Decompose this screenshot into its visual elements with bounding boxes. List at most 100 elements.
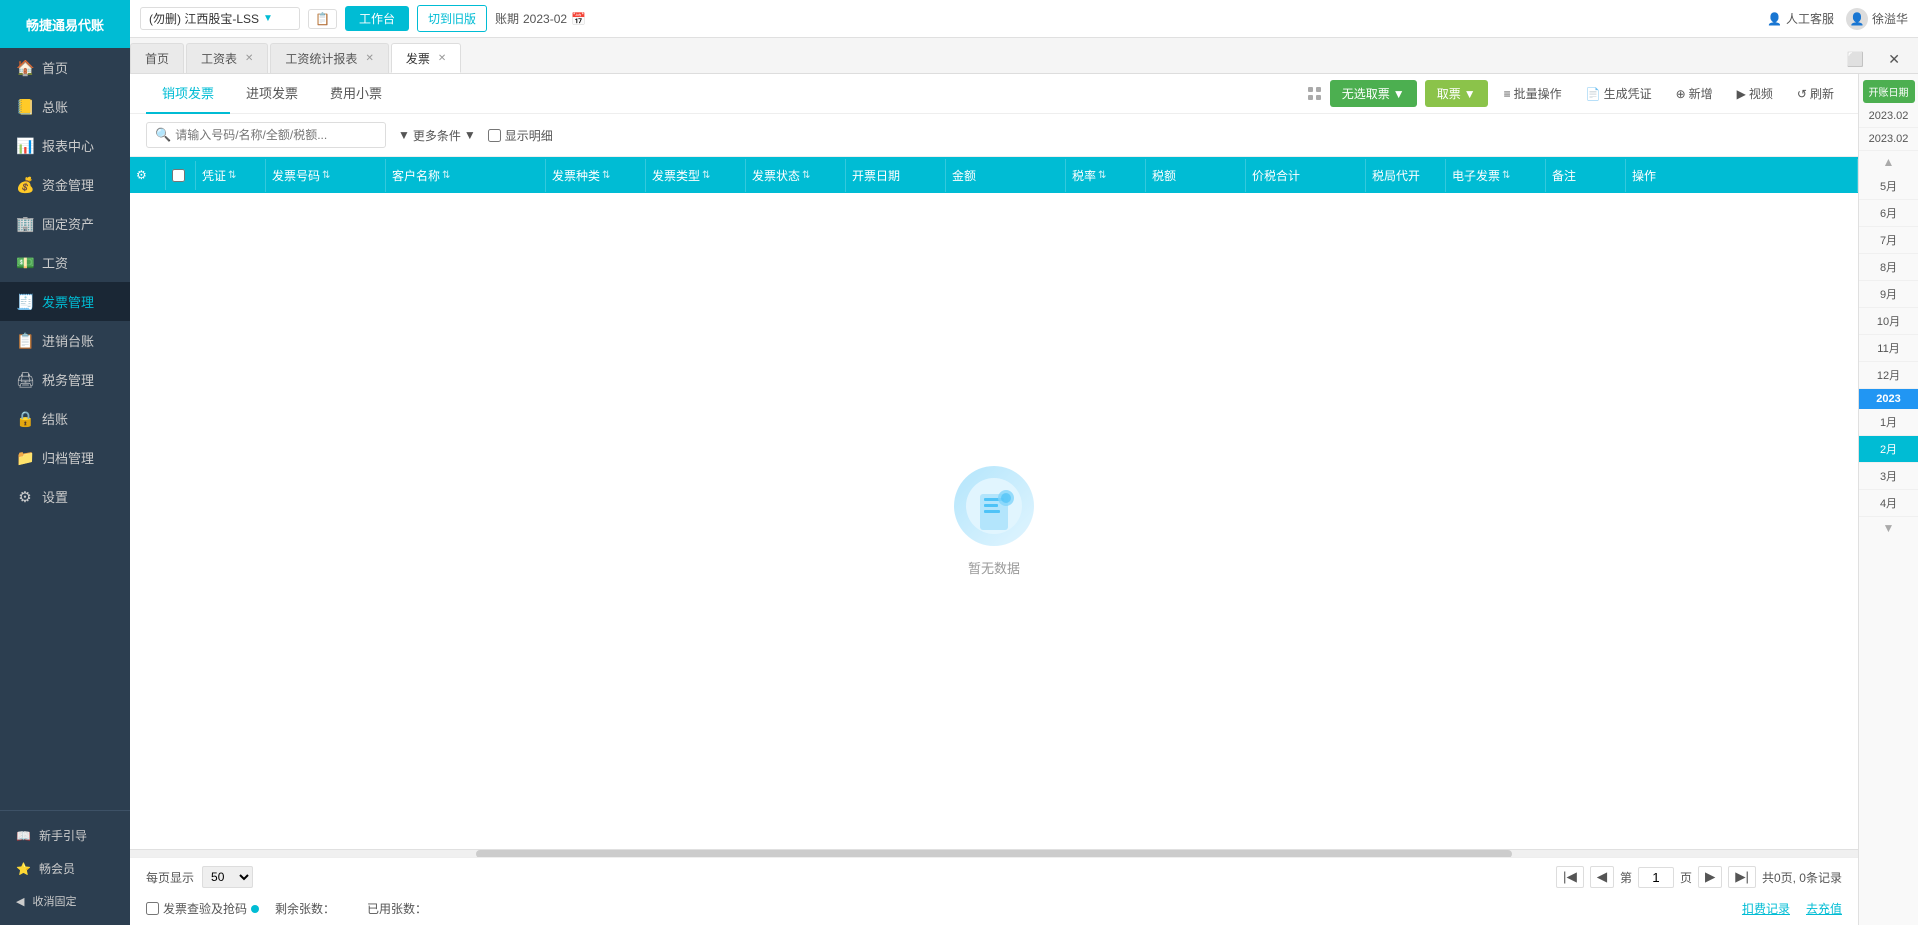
sidebar-item-settings[interactable]: ⚙ 设置 [0, 477, 130, 516]
month-12[interactable]: 12月 [1859, 362, 1918, 389]
switch-version-button[interactable]: 切到旧版 [417, 5, 487, 32]
th-invoice-status[interactable]: 发票状态 ⇅ [746, 159, 846, 192]
scroll-down-icon[interactable]: ▼ [1879, 517, 1899, 539]
company-selector[interactable]: (勿删) 江西股宝-LSS ▼ [140, 7, 300, 30]
support-link[interactable]: 👤 人工客服 [1767, 10, 1834, 27]
sidebar-item-label: 固定资产 [42, 214, 94, 233]
open-period-button[interactable]: 开账日期 [1863, 80, 1915, 103]
fee-record-link[interactable]: 扣费记录 [1742, 900, 1790, 917]
get-ticket-button[interactable]: 取票 ▼ [1425, 80, 1488, 107]
th-customer[interactable]: 客户名称 ⇅ [386, 159, 546, 192]
tab-payroll-stats-close-icon[interactable]: ✕ [365, 53, 373, 64]
th-amount[interactable]: 金额 [946, 159, 1066, 192]
th-invoice-type[interactable]: 发票种类 ⇅ [546, 159, 646, 192]
show-detail-checkbox[interactable]: 显示明细 [488, 127, 553, 144]
audit-checkbox-label[interactable]: 发票查验及抢码 [146, 900, 259, 917]
app-logo[interactable]: 畅捷通易代账 [0, 0, 130, 48]
month-7[interactable]: 7月 [1859, 227, 1918, 254]
refresh-button[interactable]: ↺ 刷新 [1789, 80, 1842, 107]
month-5[interactable]: 5月 [1859, 173, 1918, 200]
scroll-area[interactable] [130, 849, 1858, 857]
table-header: ⚙ 凭证 ⇅ 发票号码 ⇅ 客户名称 ⇅ 发票种类 ⇅ 发票类型 ⇅ [130, 157, 1858, 193]
sidebar-item-sales[interactable]: 📋 进销台账 [0, 321, 130, 360]
tab-maximize-button[interactable]: ⬜ [1837, 46, 1874, 73]
th-tax-rate[interactable]: 税率 ⇅ [1066, 159, 1146, 192]
month-8[interactable]: 8月 [1859, 254, 1918, 281]
tab-invoice-close-icon[interactable]: ✕ [438, 53, 446, 64]
sidebar-item-home[interactable]: 🏠 首页 [0, 48, 130, 87]
date-period-2023-02-1[interactable]: 2023.02 [1859, 105, 1918, 128]
select-all-checkbox[interactable] [172, 169, 185, 182]
th-remark[interactable]: 备注 [1546, 159, 1626, 192]
workspace-button[interactable]: 工作台 [345, 6, 409, 31]
generate-voucher-button[interactable]: 📄 生成凭证 [1578, 80, 1660, 107]
tab-payroll-table[interactable]: 工资表 ✕ [186, 43, 268, 73]
grid-view-icon[interactable] [1308, 87, 1322, 101]
prev-page-button[interactable]: ◀ [1590, 866, 1614, 888]
tab-home[interactable]: 首页 [130, 43, 184, 73]
th-open-date[interactable]: 开票日期 [846, 159, 946, 192]
sidebar-item-archive[interactable]: 📁 归档管理 [0, 438, 130, 477]
sidebar-item-funds[interactable]: 💰 资金管理 [0, 165, 130, 204]
sidebar-item-invoices[interactable]: 🧾 发票管理 [0, 282, 130, 321]
page-number-input[interactable] [1638, 867, 1674, 888]
th-e-invoice[interactable]: 电子发票 ⇅ [1446, 159, 1546, 192]
subtab-expense-receipt[interactable]: 费用小票 [314, 74, 398, 114]
sidebar-item-label: 资金管理 [42, 175, 94, 194]
funds-icon: 💰 [16, 176, 34, 194]
recharge-link[interactable]: 去充值 [1806, 900, 1842, 917]
month-9[interactable]: 9月 [1859, 281, 1918, 308]
th-tax-code[interactable]: 税局代开 [1366, 159, 1446, 192]
month-1[interactable]: 1月 [1859, 409, 1918, 436]
user-menu[interactable]: 👤 徐溢华 [1846, 8, 1908, 30]
month-3[interactable]: 3月 [1859, 463, 1918, 490]
th-total[interactable]: 价税合计 [1246, 159, 1366, 192]
support-label: 人工客服 [1786, 10, 1834, 27]
search-input[interactable] [175, 128, 375, 142]
subtab-sales-invoice[interactable]: 销项发票 [146, 74, 230, 114]
page-size-select[interactable]: 10 20 50 100 [202, 866, 253, 888]
new-button[interactable]: ⊕ 新增 [1668, 80, 1721, 107]
th-checkbox[interactable] [166, 161, 196, 190]
th-settings[interactable]: ⚙ [130, 160, 166, 190]
last-page-button[interactable]: ▶| [1728, 866, 1756, 888]
collapse-btn[interactable]: ◀ 收消固定 [0, 885, 130, 917]
tab-invoice[interactable]: 发票 ✕ [391, 43, 461, 73]
th-invoice-category[interactable]: 发票类型 ⇅ [646, 159, 746, 192]
th-voucher[interactable]: 凭证 ⇅ [196, 159, 266, 192]
batch-ops-button[interactable]: ≡ 批量操作 [1496, 80, 1570, 107]
subtab-purchase-invoice[interactable]: 进项发票 [230, 74, 314, 114]
month-4[interactable]: 4月 [1859, 490, 1918, 517]
filter-icon: ▼ [398, 128, 410, 142]
audit-checkbox[interactable] [146, 902, 159, 915]
sidebar-item-tax[interactable]: 🖨 税务管理 [0, 360, 130, 399]
date-period-2023-02-2[interactable]: 2023.02 [1859, 128, 1918, 151]
th-invoice-no[interactable]: 发票号码 ⇅ [266, 159, 386, 192]
page-unit: 页 [1680, 869, 1692, 886]
month-11[interactable]: 11月 [1859, 335, 1918, 362]
no-select-ticket-button[interactable]: 无选取票 ▼ [1330, 80, 1417, 107]
sidebar-item-assets[interactable]: 🏢 固定资产 [0, 204, 130, 243]
sidebar-item-closing[interactable]: 🔒 结账 [0, 399, 130, 438]
open-period-label: 开账日期 [1869, 84, 1909, 99]
tab-payroll-table-close-icon[interactable]: ✕ [245, 53, 253, 64]
filter-button[interactable]: ▼ 更多条件 ▼ [398, 127, 476, 144]
month-6[interactable]: 6月 [1859, 200, 1918, 227]
video-button[interactable]: ▶ 视频 [1729, 80, 1781, 107]
scroll-up-icon[interactable]: ▲ [1879, 151, 1899, 173]
th-tax[interactable]: 税额 [1146, 159, 1246, 192]
sidebar-item-member[interactable]: ⭐ 畅会员 [0, 852, 130, 885]
copy-button[interactable]: 📋 [308, 9, 337, 29]
tab-close-all-button[interactable]: ✕ [1878, 46, 1910, 73]
first-page-button[interactable]: |◀ [1556, 866, 1584, 888]
month-2[interactable]: 2月 [1859, 436, 1918, 463]
pagination-controls: |◀ ◀ 第 页 ▶ ▶| 共0页, 0条记录 [1556, 866, 1842, 888]
show-detail-check[interactable] [488, 129, 501, 142]
tab-payroll-stats[interactable]: 工资统计报表 ✕ [270, 43, 388, 73]
sidebar-item-guide[interactable]: 📖 新手引导 [0, 819, 130, 852]
sidebar-item-reports[interactable]: 📊 报表中心 [0, 126, 130, 165]
next-page-button[interactable]: ▶ [1698, 866, 1722, 888]
month-10[interactable]: 10月 [1859, 308, 1918, 335]
sidebar-item-payroll[interactable]: 💵 工资 [0, 243, 130, 282]
sidebar-item-ledger[interactable]: 📒 总账 [0, 87, 130, 126]
